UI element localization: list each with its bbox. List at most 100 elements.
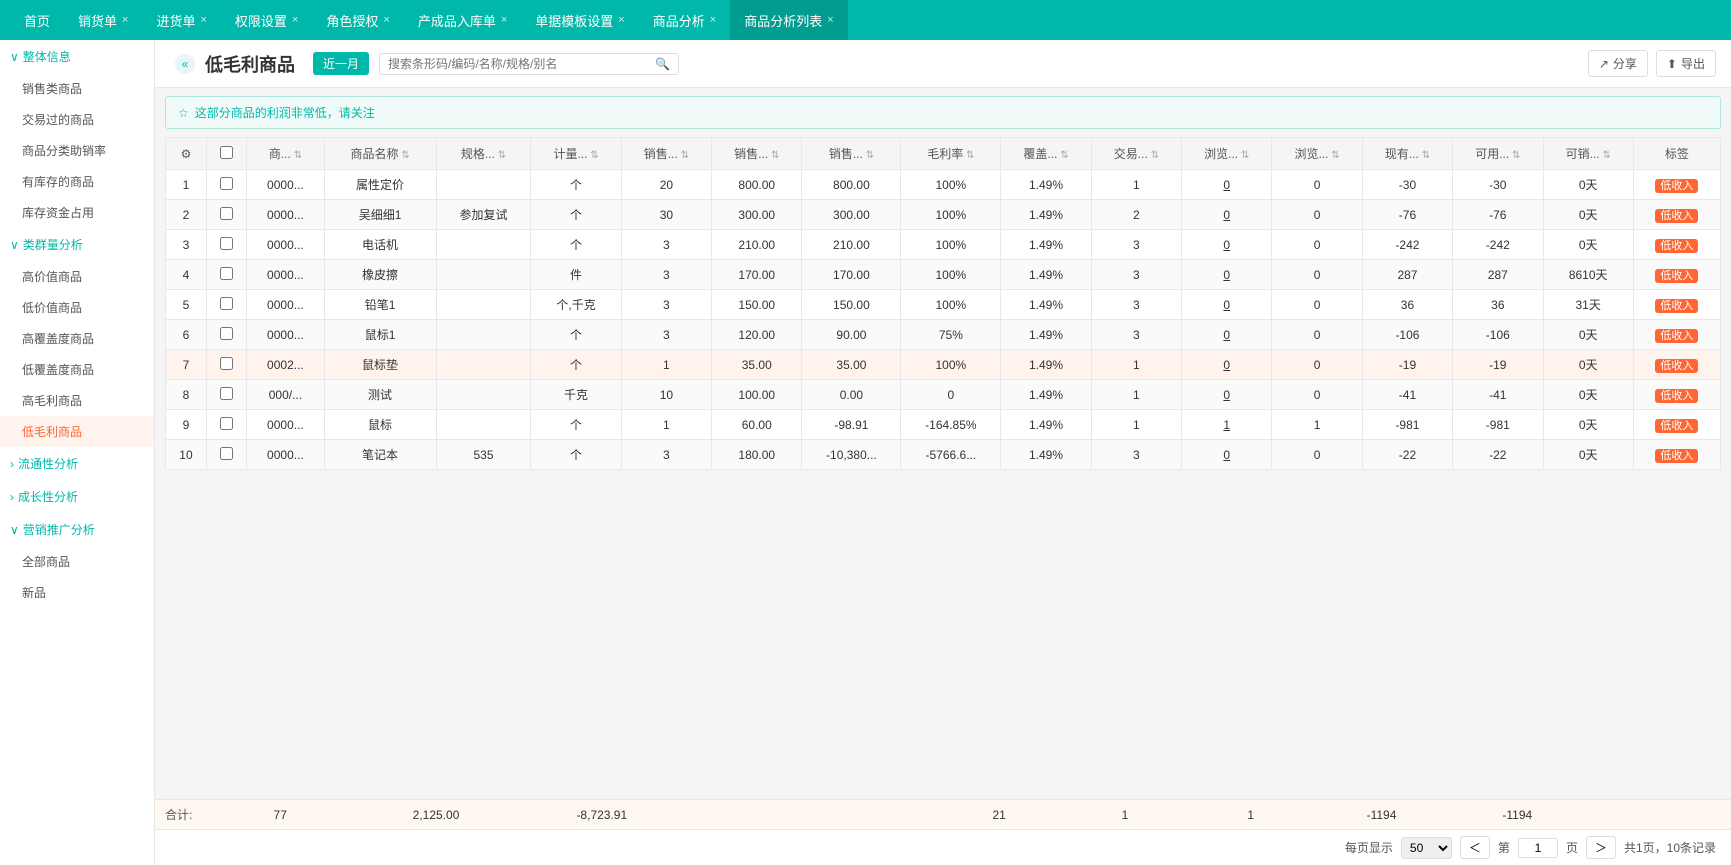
nav-product-warehouse[interactable]: 产成品入库单× [404, 0, 521, 40]
export-button[interactable]: ⬆ 导出 [1656, 50, 1716, 77]
th-sellable-stock[interactable]: 可销... [1543, 138, 1633, 170]
row-checkbox[interactable] [206, 200, 246, 230]
next-page-button[interactable]: ＞ [1586, 836, 1616, 859]
th-sales2[interactable]: 销售... [712, 138, 802, 170]
th-tag[interactable]: 标签 [1633, 138, 1720, 170]
row-v6: 2 [1091, 200, 1181, 230]
th-unit[interactable]: 计量... [531, 138, 621, 170]
row-v7[interactable]: 0 [1182, 200, 1272, 230]
sidebar-item-high-coverage[interactable]: 高覆盖度商品 [0, 323, 154, 354]
row-no: 4 [166, 260, 207, 290]
select-all-checkbox[interactable] [220, 146, 233, 159]
nav-permissions[interactable]: 权限设置× [221, 0, 312, 40]
nav-permissions-close[interactable]: × [292, 14, 298, 26]
row-checkbox[interactable] [206, 410, 246, 440]
th-code[interactable]: 商... [247, 138, 324, 170]
row-checkbox[interactable] [206, 290, 246, 320]
sidebar-group-marketing[interactable]: ∨ 营销推广分析 [0, 513, 154, 546]
row-v7[interactable]: 0 [1182, 290, 1272, 320]
nav-product-analysis-close[interactable]: × [710, 14, 716, 26]
row-v7[interactable]: 0 [1182, 380, 1272, 410]
sidebar-item-low-margin[interactable]: 低毛利商品 [0, 416, 154, 447]
share-button[interactable]: ↗ 分享 [1588, 50, 1648, 77]
th-browse1[interactable]: 浏览... [1182, 138, 1272, 170]
nav-role-auth-close[interactable]: × [383, 14, 389, 26]
date-filter-button[interactable]: 近一月 [313, 52, 369, 75]
nav-purchase-close[interactable]: × [200, 14, 206, 26]
nav-sales-close[interactable]: × [122, 14, 128, 26]
row-checkbox[interactable] [206, 440, 246, 470]
nav-home[interactable]: 首页 [10, 0, 64, 40]
sidebar-item-sales-goods[interactable]: 销售类商品 [0, 73, 154, 104]
row-check[interactable] [220, 387, 233, 400]
row-v7[interactable]: 1 [1182, 410, 1272, 440]
row-v7[interactable]: 0 [1182, 320, 1272, 350]
row-check[interactable] [220, 447, 233, 460]
prev-page-button[interactable]: ＜ [1460, 836, 1490, 859]
sidebar-item-low-value[interactable]: 低价值商品 [0, 292, 154, 323]
th-available-stock[interactable]: 可用... [1453, 138, 1543, 170]
sidebar-item-high-margin[interactable]: 高毛利商品 [0, 385, 154, 416]
th-coverage[interactable]: 覆盖... [1001, 138, 1091, 170]
nav-template-close[interactable]: × [618, 14, 624, 26]
row-v7[interactable]: 0 [1182, 260, 1272, 290]
sidebar-group-cluster[interactable]: ∨ 类群量分析 [0, 228, 154, 261]
th-trade[interactable]: 交易... [1091, 138, 1181, 170]
row-check[interactable] [220, 327, 233, 340]
sidebar-item-low-coverage[interactable]: 低覆盖度商品 [0, 354, 154, 385]
nav-product-analysis-list[interactable]: 商品分析列表× [730, 0, 847, 40]
row-checkbox[interactable] [206, 320, 246, 350]
sidebar-item-traded-goods[interactable]: 交易过的商品 [0, 104, 154, 135]
row-checkbox[interactable] [206, 260, 246, 290]
row-v7[interactable]: 0 [1182, 230, 1272, 260]
th-browse2[interactable]: 浏览... [1272, 138, 1362, 170]
nav-sales[interactable]: 销货单× [64, 0, 142, 40]
row-check[interactable] [220, 237, 233, 250]
search-icon[interactable]: 🔍 [655, 57, 670, 71]
sidebar-item-all-goods[interactable]: 全部商品 [0, 546, 154, 577]
sidebar-group-growth[interactable]: › 成长性分析 [0, 480, 154, 513]
sidebar-item-high-value[interactable]: 高价值商品 [0, 261, 154, 292]
row-v10: -30 [1453, 170, 1543, 200]
row-v11: 0天 [1543, 200, 1633, 230]
th-settings[interactable]: ⚙ [166, 138, 207, 170]
sidebar-item-inventory-goods[interactable]: 有库存的商品 [0, 166, 154, 197]
sidebar-group-overall[interactable]: ∨ 整体信息 [0, 40, 154, 73]
th-spec[interactable]: 规格... [436, 138, 531, 170]
row-checkbox[interactable] [206, 350, 246, 380]
th-sales3[interactable]: 销售... [802, 138, 901, 170]
row-check[interactable] [220, 297, 233, 310]
nav-product-analysis[interactable]: 商品分析× [639, 0, 730, 40]
sidebar-item-new-goods[interactable]: 新品 [0, 577, 154, 608]
row-v7[interactable]: 0 [1182, 350, 1272, 380]
th-current-stock[interactable]: 现有... [1362, 138, 1452, 170]
row-checkbox[interactable] [206, 170, 246, 200]
table-area: ⚙ 商... 商品名称 规格... 计量... 销售... 销售... 销售..… [155, 129, 1731, 799]
search-input[interactable] [388, 57, 650, 71]
nav-product-warehouse-close[interactable]: × [501, 14, 507, 26]
row-v1: 1 [621, 350, 711, 380]
row-v7[interactable]: 0 [1182, 440, 1272, 470]
sidebar-group-liquidity[interactable]: › 流通性分析 [0, 447, 154, 480]
sidebar-item-category-rate[interactable]: 商品分类助销率 [0, 135, 154, 166]
row-checkbox[interactable] [206, 230, 246, 260]
nav-template-settings[interactable]: 单据模板设置× [521, 0, 638, 40]
row-check[interactable] [220, 417, 233, 430]
th-name[interactable]: 商品名称 [324, 138, 436, 170]
row-v7[interactable]: 0 [1182, 170, 1272, 200]
row-check[interactable] [220, 357, 233, 370]
th-checkbox[interactable] [206, 138, 246, 170]
th-sales1[interactable]: 销售... [621, 138, 711, 170]
th-margin-rate[interactable]: 毛利率 [901, 138, 1001, 170]
page-number-input[interactable] [1518, 838, 1558, 858]
page-size-select[interactable]: 50 100 200 [1401, 837, 1452, 859]
row-check[interactable] [220, 207, 233, 220]
sidebar-item-inventory-capital[interactable]: 库存资金占用 [0, 197, 154, 228]
nav-role-auth[interactable]: 角色授权× [312, 0, 403, 40]
sidebar-collapse-button[interactable]: « [175, 54, 195, 74]
nav-product-analysis-list-close[interactable]: × [827, 14, 833, 26]
row-check[interactable] [220, 177, 233, 190]
row-check[interactable] [220, 267, 233, 280]
row-checkbox[interactable] [206, 380, 246, 410]
nav-purchase[interactable]: 进货单× [142, 0, 220, 40]
